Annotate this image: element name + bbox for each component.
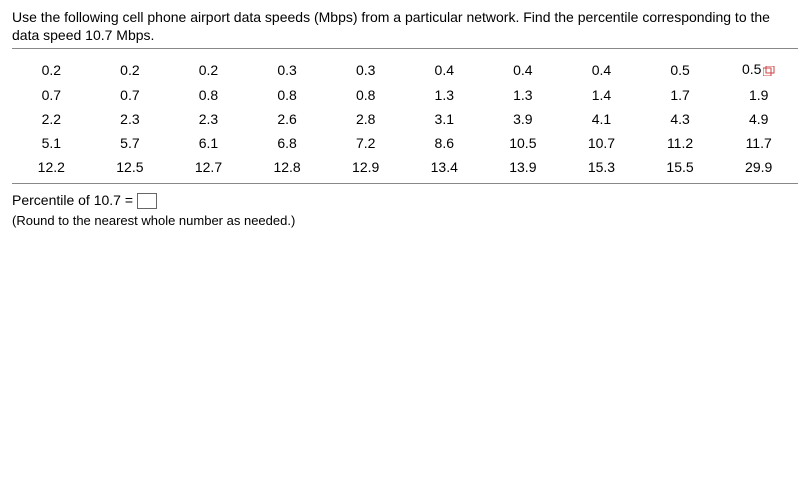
- data-cell: 6.8: [248, 131, 327, 155]
- data-cell: 11.7: [719, 131, 798, 155]
- table-row: 0.2 0.2 0.2 0.3 0.3 0.4 0.4 0.4 0.5 0.5: [12, 57, 798, 82]
- data-cell: 12.9: [326, 155, 405, 179]
- data-cell: 0.4: [562, 57, 641, 82]
- data-cell: 1.3: [484, 83, 563, 107]
- table-row: 5.1 5.7 6.1 6.8 7.2 8.6 10.5 10.7 11.2 1…: [12, 131, 798, 155]
- data-cell: 0.4: [405, 57, 484, 82]
- data-cell: 4.3: [641, 107, 720, 131]
- data-cell: 0.2: [169, 57, 248, 82]
- data-cell: 4.9: [719, 107, 798, 131]
- data-cell: 1.4: [562, 83, 641, 107]
- data-cell: 11.2: [641, 131, 720, 155]
- answer-label: Percentile of 10.7 =: [12, 192, 133, 208]
- data-cell: 3.9: [484, 107, 563, 131]
- data-cell: 5.7: [91, 131, 170, 155]
- data-cell: 5.1: [12, 131, 91, 155]
- data-cell: 8.6: [405, 131, 484, 155]
- data-cell: 0.5: [719, 57, 798, 82]
- copy-icon[interactable]: [763, 63, 775, 79]
- data-cell: 2.3: [91, 107, 170, 131]
- data-cell: 2.3: [169, 107, 248, 131]
- data-cell: 12.2: [12, 155, 91, 179]
- table-row: 0.7 0.7 0.8 0.8 0.8 1.3 1.3 1.4 1.7 1.9: [12, 83, 798, 107]
- data-cell: 0.3: [248, 57, 327, 82]
- data-cell: 12.5: [91, 155, 170, 179]
- answer-input[interactable]: [137, 193, 157, 209]
- hint-text: (Round to the nearest whole number as ne…: [12, 213, 798, 228]
- data-cell: 0.5: [641, 57, 720, 82]
- data-cell: 0.8: [248, 83, 327, 107]
- data-cell: 2.8: [326, 107, 405, 131]
- separator-bottom: [12, 183, 798, 184]
- data-cell: 2.2: [12, 107, 91, 131]
- data-cell: 1.3: [405, 83, 484, 107]
- separator-top: [12, 48, 798, 49]
- data-cell: 4.1: [562, 107, 641, 131]
- data-cell: 1.9: [719, 83, 798, 107]
- data-cell: 0.2: [91, 57, 170, 82]
- data-cell: 12.8: [248, 155, 327, 179]
- data-cell: 13.4: [405, 155, 484, 179]
- data-cell: 15.3: [562, 155, 641, 179]
- data-cell: 13.9: [484, 155, 563, 179]
- data-table: 0.2 0.2 0.2 0.3 0.3 0.4 0.4 0.4 0.5 0.5 …: [12, 57, 798, 178]
- data-cell: 7.2: [326, 131, 405, 155]
- data-cell: 0.2: [12, 57, 91, 82]
- data-cell: 10.7: [562, 131, 641, 155]
- data-cell: 29.9: [719, 155, 798, 179]
- table-row: 2.2 2.3 2.3 2.6 2.8 3.1 3.9 4.1 4.3 4.9: [12, 107, 798, 131]
- question-text: Use the following cell phone airport dat…: [12, 8, 798, 44]
- data-cell: 0.8: [169, 83, 248, 107]
- data-cell: 0.3: [326, 57, 405, 82]
- data-cell: 0.7: [12, 83, 91, 107]
- data-cell: 3.1: [405, 107, 484, 131]
- data-cell: 15.5: [641, 155, 720, 179]
- data-cell: 0.7: [91, 83, 170, 107]
- data-cell: 0.8: [326, 83, 405, 107]
- data-cell: 6.1: [169, 131, 248, 155]
- data-cell: 12.7: [169, 155, 248, 179]
- data-cell: 2.6: [248, 107, 327, 131]
- answer-line: Percentile of 10.7 =: [12, 192, 798, 209]
- data-cell: 1.7: [641, 83, 720, 107]
- table-row: 12.2 12.5 12.7 12.8 12.9 13.4 13.9 15.3 …: [12, 155, 798, 179]
- data-cell: 0.4: [484, 57, 563, 82]
- data-cell: 10.5: [484, 131, 563, 155]
